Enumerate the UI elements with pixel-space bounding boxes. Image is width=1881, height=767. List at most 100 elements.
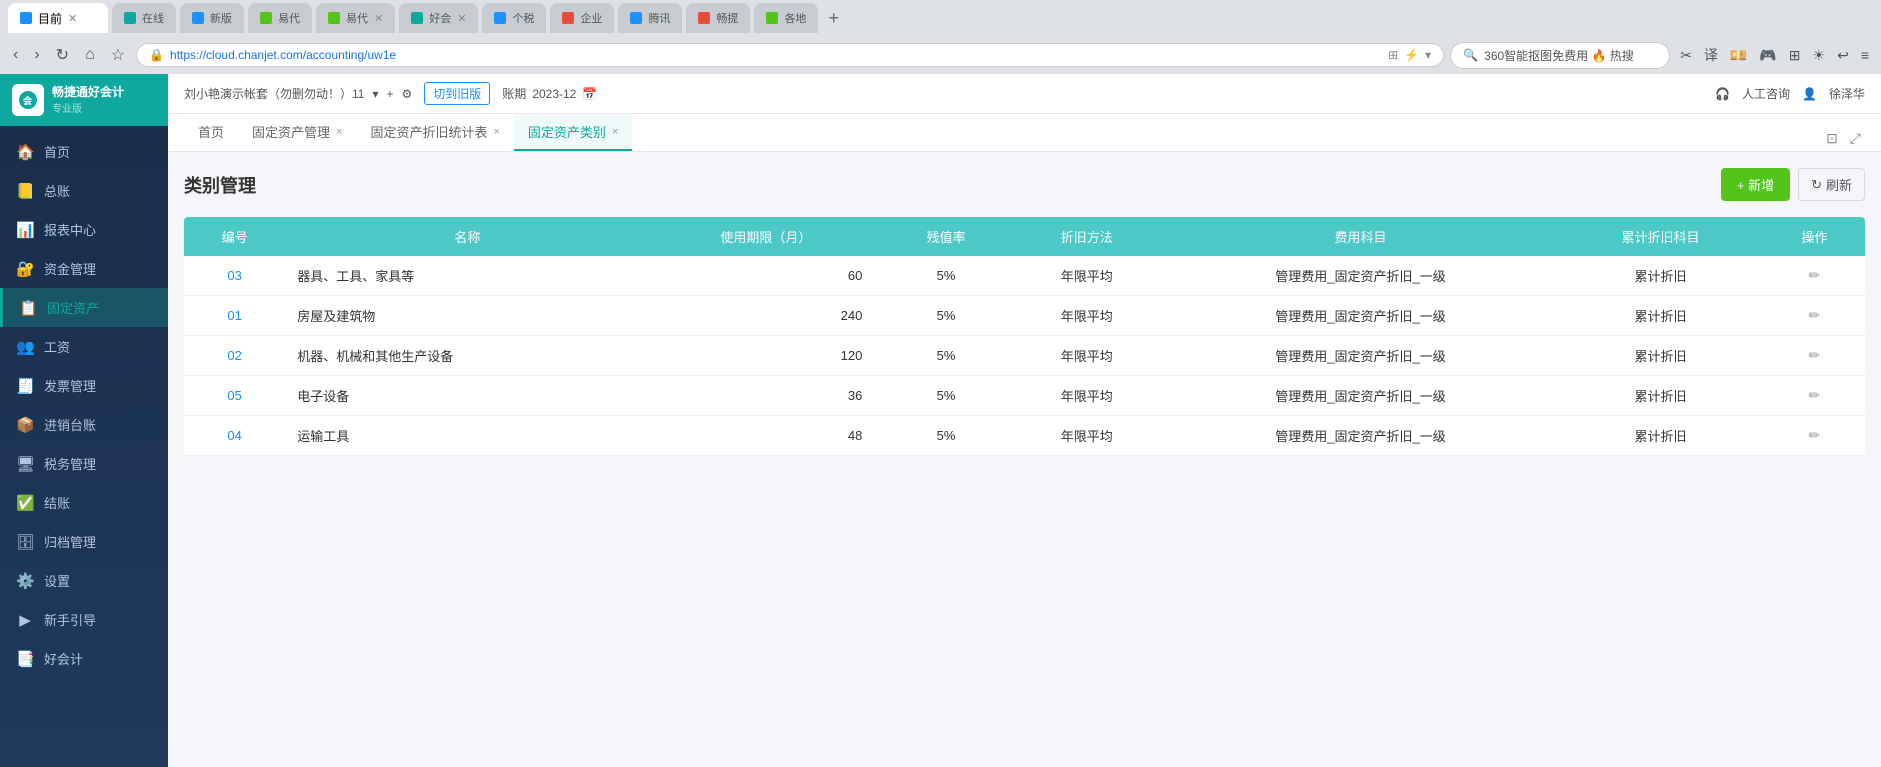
cell-code[interactable]: 01 (184, 296, 285, 336)
browser-tab-close6[interactable]: ✕ (457, 12, 466, 25)
tab-category-close[interactable]: × (612, 126, 618, 138)
sidebar-item-label-report: 报表中心 (44, 220, 96, 239)
cell-residual: 5% (882, 296, 1010, 336)
cell-code[interactable]: 04 (184, 416, 285, 456)
logo-icon: 会 (12, 84, 44, 116)
wallet-icon[interactable]: 💴 (1726, 45, 1751, 66)
cell-action: ✏ (1764, 376, 1865, 416)
tab-asset-mgmt-close[interactable]: × (336, 126, 342, 138)
browser-tab-5[interactable]: 易代 ✕ (316, 3, 395, 33)
th-code: 编号 (184, 217, 285, 256)
search-text: 360智能抠图免费用 🔥 热搜 (1484, 47, 1634, 64)
table-row: 01 房屋及建筑物 240 5% 年限平均 管理费用_固定资产折旧_一级 累计折… (184, 296, 1865, 336)
sidebar-item-tax[interactable]: 🖥 税务管理 (0, 444, 168, 483)
page-header: 类别管理 + 新增 ↻ 刷新 (184, 168, 1865, 201)
browser-tab-new[interactable]: 新版 (180, 3, 244, 33)
account-info: 刘小艳演示帐套（勿删勿动！）11 ▾ + ⚙ (184, 85, 412, 102)
tab-restore-button[interactable]: ⤢ (1846, 126, 1865, 151)
header-actions: + 新增 ↻ 刷新 (1721, 168, 1865, 201)
tab-favicon8 (562, 12, 574, 24)
edit-button[interactable]: ✏ (1808, 267, 1820, 283)
sidebar-item-invoice[interactable]: 🧾 发票管理 (0, 366, 168, 405)
switch-version-button[interactable]: 切到旧版 (424, 82, 490, 105)
bookmark-button[interactable]: ☆ (106, 43, 130, 67)
sidebar-item-more[interactable]: 📑 好会计 (0, 639, 168, 678)
th-period: 使用期限（月） (650, 217, 883, 256)
cell-code[interactable]: 03 (184, 256, 285, 296)
browser-tab-9[interactable]: 腾讯 (618, 3, 682, 33)
sidebar-item-settle[interactable]: ✅ 结账 (0, 483, 168, 522)
tab-maximize-button[interactable]: ⊡ (1822, 126, 1842, 151)
dropdown-arrow[interactable]: ▾ (372, 87, 378, 101)
browser-tab-6[interactable]: 好会 ✕ (399, 3, 478, 33)
translate-icon[interactable]: 译 (1700, 43, 1722, 67)
tab-favicon11 (766, 12, 778, 24)
refresh-button[interactable]: ↻ 刷新 (1798, 168, 1865, 201)
browser-tab-active[interactable]: 目前 ✕ (8, 3, 108, 33)
cut-icon[interactable]: ✂ (1676, 45, 1696, 66)
sidebar-item-home[interactable]: 🏠 首页 (0, 132, 168, 171)
edit-button[interactable]: ✏ (1808, 427, 1820, 443)
search-bar[interactable]: 🔍 360智能抠图免费用 🔥 热搜 (1450, 42, 1670, 69)
add-category-button[interactable]: + 新增 (1721, 168, 1790, 201)
sidebar-item-archive[interactable]: 🗄 归档管理 (0, 522, 168, 561)
browser-tab-label3: 新版 (210, 10, 232, 26)
browser-toolbar: ✂ 译 💴 🎮 ⊞ ☀ ↩ ≡ (1676, 43, 1873, 67)
notification-icon[interactable]: + (387, 87, 394, 101)
back-button[interactable]: ‹ (8, 44, 23, 66)
edit-button[interactable]: ✏ (1808, 387, 1820, 403)
svg-text:会: 会 (23, 95, 33, 106)
browser-tab-close[interactable]: ✕ (68, 12, 77, 25)
devices-icon: ⊞ (1388, 48, 1398, 62)
tab-depreciation[interactable]: 固定资产折旧统计表 × (356, 114, 513, 151)
browser-tab-other[interactable]: 在线 (112, 3, 176, 33)
tab-depreciation-close[interactable]: × (493, 126, 499, 138)
th-action: 操作 (1764, 217, 1865, 256)
browser-tab-4[interactable]: 易代 (248, 3, 312, 33)
menu-icon[interactable]: ≡ (1857, 45, 1873, 65)
sidebar-item-asset[interactable]: 📋 固定资产 (0, 288, 168, 327)
reload-button[interactable]: ↻ (51, 43, 74, 67)
sidebar-item-salary[interactable]: 👥 工资 (0, 327, 168, 366)
brightness-icon[interactable]: ☀ (1809, 45, 1830, 66)
browser-tab-11[interactable]: 各地 (754, 3, 818, 33)
sidebar-item-stock[interactable]: 📦 进销台账 (0, 405, 168, 444)
browser-tab-7[interactable]: 个税 (482, 3, 546, 33)
game-icon[interactable]: 🎮 (1755, 45, 1780, 66)
edit-button[interactable]: ✏ (1808, 347, 1820, 363)
new-tab-button[interactable]: + (822, 8, 845, 29)
tab-home[interactable]: 首页 (184, 114, 238, 151)
home-button[interactable]: ⌂ (80, 44, 100, 66)
cell-code[interactable]: 02 (184, 336, 285, 376)
invoice-icon: 🧾 (16, 377, 34, 395)
sidebar-item-fund[interactable]: 🔐 资金管理 (0, 249, 168, 288)
cell-code[interactable]: 05 (184, 376, 285, 416)
url-text: https://cloud.chanjet.com/accounting/uw1… (170, 48, 1382, 62)
cell-expense: 管理费用_固定资产折旧_一级 (1164, 376, 1558, 416)
browser-tab-label5: 易代 (346, 10, 368, 26)
edit-button[interactable]: ✏ (1808, 307, 1820, 323)
sidebar-item-label-archive: 归档管理 (44, 532, 96, 551)
tab-asset-mgmt[interactable]: 固定资产管理 × (238, 114, 356, 151)
service-label[interactable]: 人工咨询 (1742, 85, 1790, 102)
settings-gear-icon[interactable]: ⚙ (402, 87, 413, 101)
user-name: 徐泽华 (1829, 85, 1865, 102)
grid-icon[interactable]: ⊞ (1785, 45, 1805, 66)
sidebar-item-guide[interactable]: ▶ 新手引导 (0, 600, 168, 639)
browser-tab-close5[interactable]: ✕ (374, 12, 383, 25)
cell-name: 房屋及建筑物 (285, 296, 649, 336)
undo-icon[interactable]: ↩ (1833, 45, 1853, 66)
table-header-row: 编号 名称 使用期限（月） 残值率 折旧方法 费用科目 累计折旧科目 操作 (184, 217, 1865, 256)
sidebar-item-settings[interactable]: ⚙️ 设置 (0, 561, 168, 600)
sidebar-item-ledger[interactable]: 📒 总账 (0, 171, 168, 210)
cell-name: 运输工具 (285, 416, 649, 456)
calendar-icon[interactable]: 📅 (582, 87, 597, 101)
period-label: 账期 (502, 85, 526, 102)
browser-tab-8[interactable]: 企业 (550, 3, 614, 33)
browser-tab-10[interactable]: 畅提 (686, 3, 750, 33)
address-input[interactable]: 🔒 https://cloud.chanjet.com/accounting/u… (136, 43, 1444, 67)
tab-category[interactable]: 固定资产类别 × (514, 114, 632, 151)
forward-button[interactable]: › (29, 44, 44, 66)
sidebar-item-report[interactable]: 📊 报表中心 (0, 210, 168, 249)
logo-text-block: 畅捷通好会计 专业版 (52, 85, 124, 116)
